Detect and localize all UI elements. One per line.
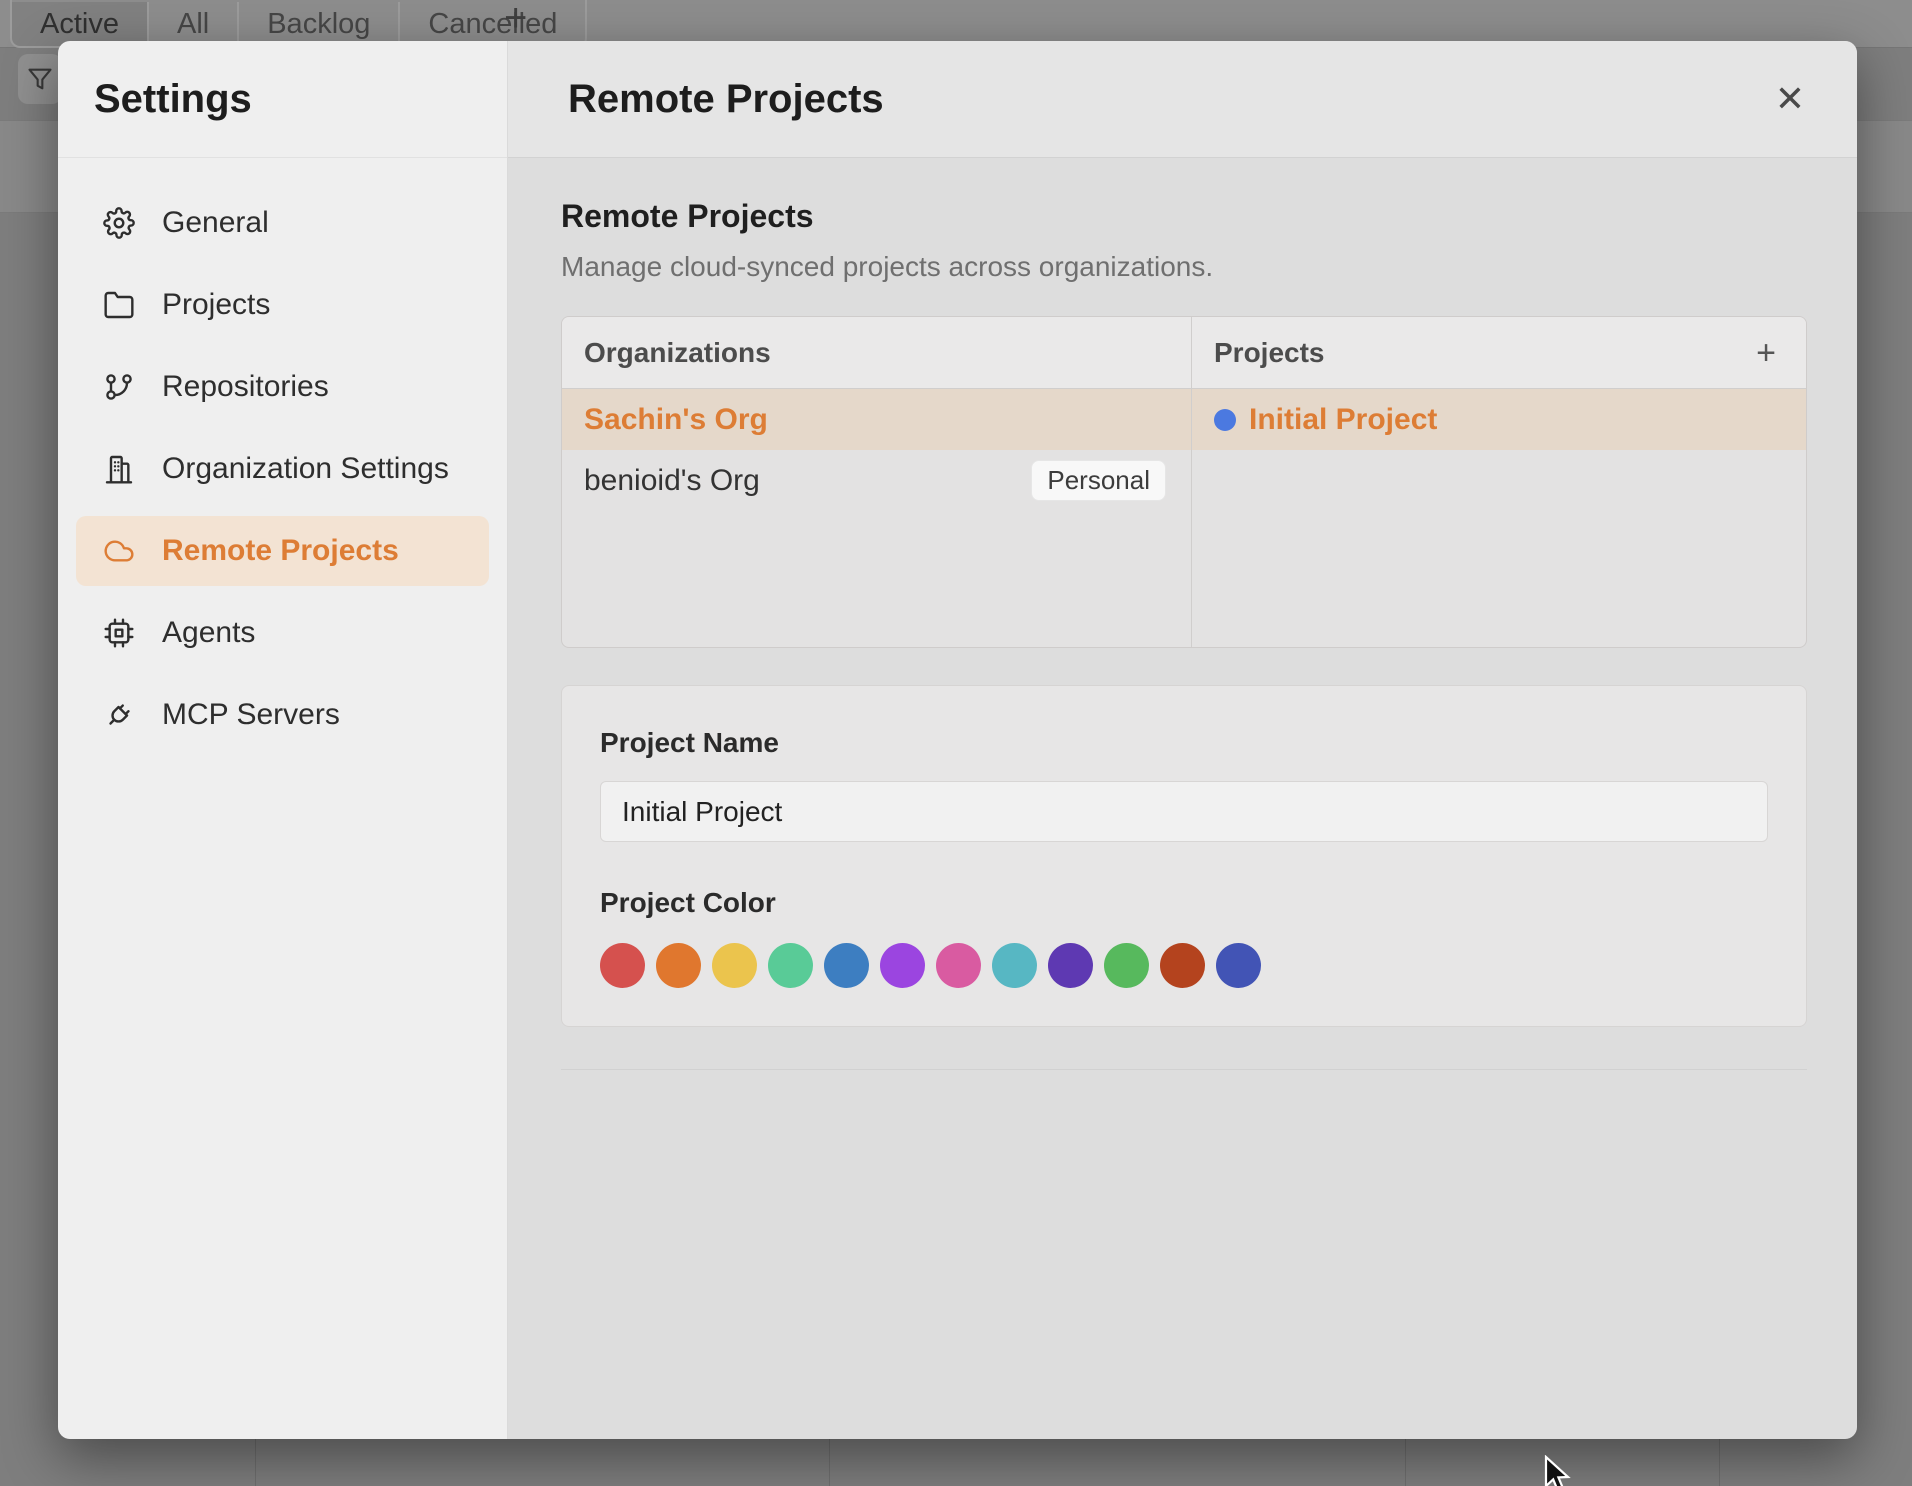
view-tab-backlog[interactable]: Backlog — [237, 2, 398, 46]
organization-row-sachin-s-org[interactable]: Sachin's Org — [562, 389, 1191, 450]
section-title: Remote Projects — [561, 198, 814, 234]
sidebar-item-label: MCP Servers — [162, 698, 340, 731]
color-swatch-1[interactable] — [656, 943, 701, 988]
organization-name: Sachin's Org — [584, 402, 768, 436]
background-column-divider — [829, 1438, 830, 1486]
sidebar-item-label: Remote Projects — [162, 534, 399, 567]
sidebar-item-projects[interactable]: Projects — [76, 270, 489, 340]
sidebar-item-label: Organization Settings — [162, 452, 449, 485]
sidebar-item-label: General — [162, 206, 269, 239]
sidebar-item-agents[interactable]: Agents — [76, 598, 489, 668]
sidebar-item-mcp-servers[interactable]: MCP Servers — [76, 680, 489, 750]
color-swatch-10[interactable] — [1160, 943, 1205, 988]
view-tab-all[interactable]: All — [146, 2, 237, 46]
projects-column-label: Projects — [1214, 336, 1325, 368]
plug-icon — [103, 699, 135, 731]
building-icon — [103, 453, 135, 485]
sidebar-item-repositories[interactable]: Repositories — [76, 352, 489, 422]
sidebar-item-label: Agents — [162, 616, 256, 649]
sidebar-item-organization-settings[interactable]: Organization Settings — [76, 434, 489, 504]
add-view-button[interactable]: + — [504, 0, 527, 40]
background-column-divider — [255, 1438, 256, 1486]
cloud-icon — [103, 535, 135, 567]
background-column-divider — [1405, 1438, 1406, 1486]
panel-title: Remote Projects — [568, 76, 884, 121]
git-branch-icon — [103, 371, 135, 403]
color-swatch-5[interactable] — [880, 943, 925, 988]
color-swatch-2[interactable] — [712, 943, 757, 988]
org-project-table: Organizations Projects + Sachin's Org ben… — [561, 316, 1807, 648]
project-name-input[interactable] — [600, 781, 1768, 842]
organization-name: benioid's Org — [584, 463, 760, 497]
organizations-list: Sachin's Org benioid's Org Personal — [562, 389, 1192, 647]
personal-badge: Personal — [1031, 460, 1166, 501]
color-swatch-8[interactable] — [1048, 943, 1093, 988]
funnel-icon — [28, 68, 52, 90]
project-name: Initial Project — [1249, 402, 1438, 436]
settings-nav: General Projects Repositories Organization … — [58, 158, 507, 792]
sidebar-item-general[interactable]: General — [76, 188, 489, 258]
settings-main-panel: Remote Projects ✕ Remote Projects Manage… — [508, 41, 1857, 1439]
organizations-column-header: Organizations — [562, 317, 1192, 388]
color-swatch-6[interactable] — [936, 943, 981, 988]
project-detail-card: Project Name Project Color — [561, 685, 1807, 1027]
folder-icon — [103, 289, 135, 321]
sidebar-item-label: Repositories — [162, 370, 329, 403]
settings-title: Settings — [58, 41, 507, 158]
organization-row-benioid-s-org[interactable]: benioid's Org Personal — [562, 450, 1191, 511]
table-header: Organizations Projects + — [562, 317, 1806, 389]
sidebar-item-remote-projects[interactable]: Remote Projects — [76, 516, 489, 586]
filter-button[interactable] — [18, 54, 62, 104]
settings-modal: Settings General Projects Repositories Orga… — [58, 41, 1857, 1439]
section-subtitle: Manage cloud-synced projects across orga… — [561, 251, 1214, 282]
project-color-dot — [1214, 408, 1236, 431]
color-swatch-0[interactable] — [600, 943, 645, 988]
table-body: Sachin's Org benioid's Org Personal Initia… — [562, 389, 1806, 647]
background-column-divider — [1719, 1438, 1720, 1486]
color-swatch-7[interactable] — [992, 943, 1037, 988]
panel-header: Remote Projects ✕ — [508, 41, 1857, 158]
color-swatch-4[interactable] — [824, 943, 869, 988]
mouse-cursor — [1544, 1455, 1571, 1486]
chip-icon — [103, 617, 135, 649]
color-swatch-11[interactable] — [1216, 943, 1261, 988]
close-button[interactable]: ✕ — [1771, 77, 1809, 121]
view-tab-active[interactable]: Active — [12, 2, 147, 46]
gear-icon — [103, 207, 135, 239]
add-project-button[interactable]: + — [1750, 335, 1782, 371]
project-color-label: Project Color — [600, 887, 776, 918]
color-swatch-9[interactable] — [1104, 943, 1149, 988]
app-screen: Active All Backlog Cancelled + Settings Gen… — [0, 0, 1912, 1486]
panel-content: Remote Projects Manage cloud-synced proj… — [508, 158, 1857, 1070]
color-swatch-3[interactable] — [768, 943, 813, 988]
projects-list: Initial Project — [1192, 389, 1806, 647]
settings-sidebar: Settings General Projects Repositories Orga… — [58, 41, 508, 1439]
project-name-label: Project Name — [600, 727, 779, 758]
section-divider — [561, 1069, 1807, 1070]
view-tab-cancelled[interactable]: Cancelled — [398, 2, 585, 46]
projects-column-header: Projects + — [1192, 317, 1806, 388]
project-row-initial-project[interactable]: Initial Project — [1192, 389, 1806, 450]
sidebar-item-label: Projects — [162, 288, 271, 321]
color-swatches — [600, 943, 1768, 988]
